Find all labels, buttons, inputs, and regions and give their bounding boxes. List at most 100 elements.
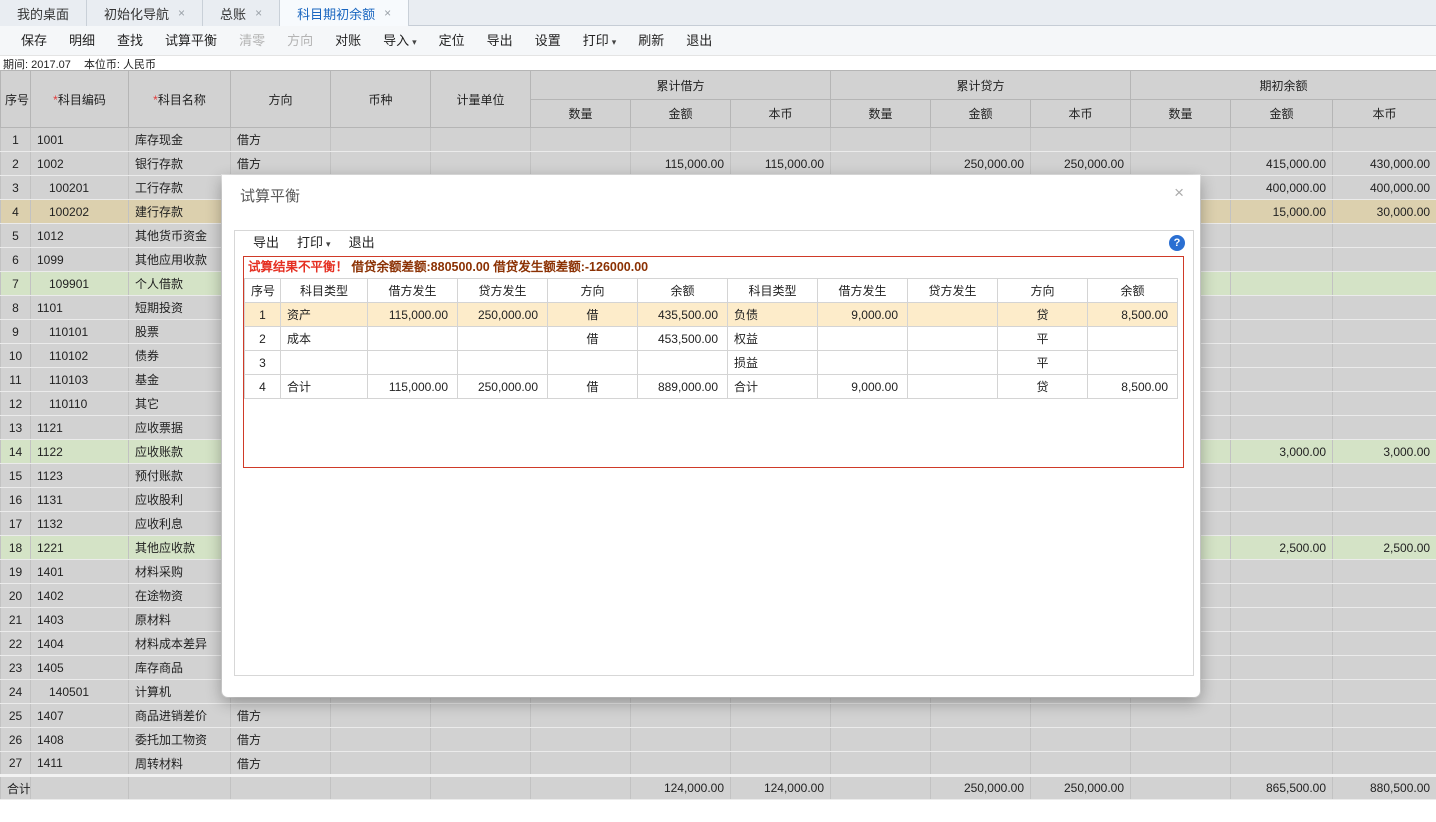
grid-cell[interactable] (1030, 751, 1132, 776)
grid-cell[interactable] (1332, 223, 1436, 248)
grid-cell[interactable] (430, 151, 531, 176)
grid-cell[interactable] (330, 127, 431, 152)
grid-cell[interactable]: 26 (0, 727, 31, 752)
grid-cell[interactable]: 1121 (30, 415, 129, 440)
grid-cell[interactable]: 1 (0, 127, 31, 152)
help-icon[interactable]: ? (1169, 235, 1185, 251)
grid-cell[interactable]: 1122 (30, 439, 129, 464)
grid-cell[interactable]: 其它 (128, 391, 231, 416)
grid-cell[interactable] (1230, 511, 1334, 536)
grid-cell[interactable]: 27 (0, 751, 31, 776)
grid-cell[interactable]: 基金 (128, 367, 231, 392)
grid-cell[interactable] (1230, 463, 1334, 488)
grid-cell[interactable] (930, 127, 1032, 152)
toolbar-button-刷新[interactable]: 刷新 (627, 29, 675, 53)
grid-cell[interactable]: 借方 (230, 127, 331, 152)
grid-cell[interactable] (729, 127, 832, 152)
grid-cell[interactable]: 140501 (30, 679, 129, 704)
grid-cell[interactable]: 材料成本差异 (128, 631, 231, 656)
grid-cell[interactable]: 建行存款 (128, 199, 231, 224)
grid-cell[interactable]: 借方 (230, 727, 331, 752)
toolbar-button-设置[interactable]: 设置 (524, 29, 572, 53)
close-icon[interactable]: × (1174, 183, 1184, 203)
tab-科目期初余额[interactable]: 科目期初余额 × (280, 0, 410, 26)
close-tab-icon[interactable]: × (178, 7, 185, 19)
balance-row[interactable]: 2 成本 借 453,500.00 权益 平 (244, 326, 1178, 351)
grid-cell[interactable] (1230, 727, 1334, 752)
grid-cell[interactable]: 19 (0, 559, 31, 584)
grid-cell[interactable] (1130, 727, 1232, 752)
grid-cell[interactable]: 应收利息 (128, 511, 231, 536)
grid-cell[interactable] (830, 727, 932, 752)
grid-cell[interactable] (1130, 751, 1232, 776)
grid-cell[interactable] (1230, 751, 1334, 776)
grid-cell[interactable] (1332, 343, 1436, 368)
grid-cell[interactable] (1130, 151, 1232, 176)
grid-cell[interactable]: 115,000.00 (729, 151, 832, 176)
grid-cell[interactable] (930, 727, 1032, 752)
grid-cell[interactable]: 100202 (30, 199, 129, 224)
grid-cell[interactable] (1332, 703, 1436, 728)
grid-cell[interactable]: 22 (0, 631, 31, 656)
grid-cell[interactable]: 430,000.00 (1332, 151, 1436, 176)
grid-cell[interactable]: 17 (0, 511, 31, 536)
grid-cell[interactable]: 6 (0, 247, 31, 272)
grid-cell[interactable] (1230, 343, 1334, 368)
grid-cell[interactable]: 原材料 (128, 607, 231, 632)
grid-cell[interactable]: 1101 (30, 295, 129, 320)
grid-cell[interactable]: 其他应用收款 (128, 247, 231, 272)
grid-cell[interactable]: 25 (0, 703, 31, 728)
grid-cell[interactable]: 工行存款 (128, 175, 231, 200)
grid-cell[interactable] (630, 751, 731, 776)
dialog-button-导出[interactable]: 导出 (253, 231, 279, 255)
grid-cell[interactable]: 415,000.00 (1230, 151, 1334, 176)
grid-cell[interactable] (530, 127, 631, 152)
dialog-button-退出[interactable]: 退出 (349, 231, 375, 255)
grid-cell[interactable]: 1132 (30, 511, 129, 536)
grid-cell[interactable] (430, 727, 531, 752)
grid-cell[interactable]: 21 (0, 607, 31, 632)
toolbar-button-导出[interactable]: 导出 (476, 29, 524, 53)
grid-cell[interactable] (1230, 223, 1334, 248)
grid-cell[interactable] (1130, 127, 1232, 152)
grid-cell[interactable]: 1408 (30, 727, 129, 752)
toolbar-button-定位[interactable]: 定位 (428, 29, 476, 53)
grid-cell[interactable] (1230, 271, 1334, 296)
grid-cell[interactable]: 1403 (30, 607, 129, 632)
grid-cell[interactable] (1230, 367, 1334, 392)
grid-cell[interactable]: 应收票据 (128, 415, 231, 440)
grid-cell[interactable]: 15 (0, 463, 31, 488)
grid-cell[interactable]: 14 (0, 439, 31, 464)
grid-cell[interactable]: 3 (0, 175, 31, 200)
grid-cell[interactable] (1130, 703, 1232, 728)
grid-cell[interactable]: 250,000.00 (1030, 151, 1132, 176)
grid-cell[interactable] (530, 727, 631, 752)
grid-cell[interactable]: 11 (0, 367, 31, 392)
grid-cell[interactable] (1230, 559, 1334, 584)
grid-cell[interactable]: 1401 (30, 559, 129, 584)
grid-cell[interactable]: 250,000.00 (930, 151, 1032, 176)
grid-cell[interactable] (1332, 295, 1436, 320)
grid-cell[interactable]: 1131 (30, 487, 129, 512)
grid-cell[interactable] (530, 751, 631, 776)
grid-cell[interactable] (1230, 415, 1334, 440)
grid-cell[interactable]: 应收账款 (128, 439, 231, 464)
grid-cell[interactable]: 110103 (30, 367, 129, 392)
grid-cell[interactable]: 2,500.00 (1332, 535, 1436, 560)
grid-cell[interactable] (1230, 655, 1334, 680)
grid-cell[interactable]: 400,000.00 (1230, 175, 1334, 200)
grid-cell[interactable] (1332, 487, 1436, 512)
grid-cell[interactable]: 5 (0, 223, 31, 248)
toolbar-button-明细[interactable]: 明细 (58, 29, 106, 53)
grid-cell[interactable]: 材料采购 (128, 559, 231, 584)
grid-cell[interactable] (1230, 487, 1334, 512)
grid-cell[interactable]: 1012 (30, 223, 129, 248)
grid-cell[interactable]: 4 (0, 199, 31, 224)
tab-初始化导航[interactable]: 初始化导航 × (87, 0, 204, 26)
grid-cell[interactable] (729, 751, 832, 776)
grid-cell[interactable] (1332, 583, 1436, 608)
grid-cell[interactable]: 7 (0, 271, 31, 296)
grid-cell[interactable] (930, 703, 1032, 728)
grid-cell[interactable] (1030, 727, 1132, 752)
grid-cell[interactable] (1230, 703, 1334, 728)
